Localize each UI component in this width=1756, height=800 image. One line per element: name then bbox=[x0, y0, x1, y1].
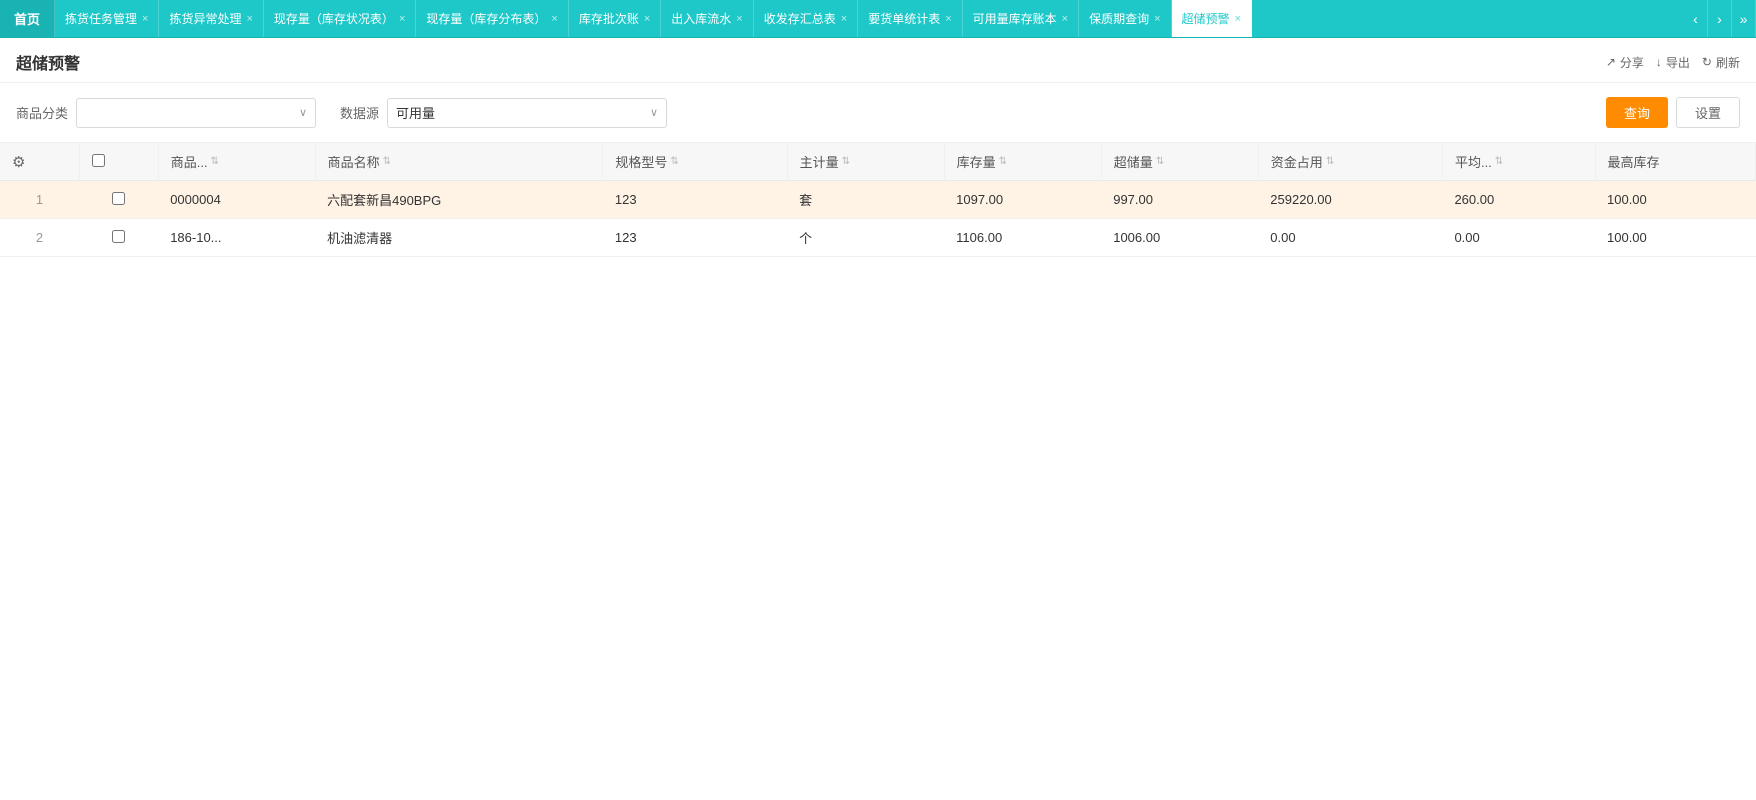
nav-tab-要货单统计表[interactable]: 要货单统计表× bbox=[858, 0, 962, 37]
sort-icon-spec: ⇅ bbox=[670, 156, 678, 167]
col-capital[interactable]: 资金占用 ⇅ bbox=[1258, 143, 1442, 181]
nav-tab-出入库流水[interactable]: 出入库流水× bbox=[661, 0, 753, 37]
unit-cell: 套 bbox=[787, 181, 944, 219]
table-header-row: ⚙ 商品... ⇅ 商品名称 ⇅ bbox=[0, 143, 1756, 181]
close-tab-icon[interactable]: × bbox=[644, 13, 650, 25]
filters-bar: 商品分类 ∨ 数据源 可用量 ∨ 查询 设置 bbox=[0, 83, 1756, 143]
column-settings-gear-icon[interactable]: ⚙ bbox=[12, 154, 25, 171]
product-name-cell: 六配套新昌490BPG bbox=[315, 181, 603, 219]
nav-tab-现存量-库存分布表-[interactable]: 现存量（库存分布表）× bbox=[416, 0, 568, 37]
spec-cell: 123 bbox=[603, 219, 787, 257]
share-icon: ↗ bbox=[1606, 55, 1616, 69]
close-tab-icon[interactable]: × bbox=[841, 13, 847, 25]
product-category-label: 商品分类 bbox=[16, 103, 68, 122]
capital-cell: 0.00 bbox=[1258, 219, 1442, 257]
select-all-checkbox[interactable] bbox=[92, 154, 105, 167]
row-number: 2 bbox=[0, 219, 79, 257]
over-stock-cell: 1006.00 bbox=[1101, 219, 1258, 257]
nav-tab-收发存汇总表[interactable]: 收发存汇总表× bbox=[754, 0, 858, 37]
header-actions: ↗ 分享 ↓ 导出 ↻ 刷新 bbox=[1606, 54, 1740, 71]
nav-tab-拣货任务管理[interactable]: 拣货任务管理× bbox=[55, 0, 159, 37]
col-max-stock[interactable]: 最高库存 bbox=[1595, 143, 1756, 181]
sort-icon-product-code: ⇅ bbox=[211, 156, 219, 167]
close-tab-icon[interactable]: × bbox=[1235, 13, 1241, 25]
nav-tab-拣货异常处理[interactable]: 拣货异常处理× bbox=[159, 0, 263, 37]
close-tab-icon[interactable]: × bbox=[399, 13, 405, 25]
avg-price-cell: 260.00 bbox=[1442, 181, 1595, 219]
nav-tab-可用量库存账本[interactable]: 可用量库存账本× bbox=[963, 0, 1079, 37]
close-tab-icon[interactable]: × bbox=[1062, 13, 1068, 25]
query-button[interactable]: 查询 bbox=[1606, 97, 1668, 128]
row-checkbox[interactable] bbox=[112, 192, 125, 205]
col-avg-price[interactable]: 平均... ⇅ bbox=[1442, 143, 1595, 181]
top-navigation: 首页 拣货任务管理×拣货异常处理×现存量（库存状况表）×现存量（库存分布表）×库… bbox=[0, 0, 1756, 38]
close-tab-icon[interactable]: × bbox=[246, 13, 252, 25]
nav-prev-arrow[interactable]: ‹ bbox=[1684, 0, 1708, 37]
product-name-cell: 机油滤清器 bbox=[315, 219, 603, 257]
product-code-cell: 0000004 bbox=[158, 181, 315, 219]
col-settings: ⚙ bbox=[0, 143, 79, 181]
nav-last-arrow[interactable]: » bbox=[1732, 0, 1756, 37]
export-icon: ↓ bbox=[1656, 55, 1662, 69]
settings-button[interactable]: 设置 bbox=[1676, 97, 1740, 128]
unit-cell: 个 bbox=[787, 219, 944, 257]
data-table: ⚙ 商品... ⇅ 商品名称 ⇅ bbox=[0, 143, 1756, 257]
page-container: 超储预警 ↗ 分享 ↓ 导出 ↻ 刷新 商品分类 ∨ 数据源 bbox=[0, 38, 1756, 800]
datasource-filter: 数据源 可用量 ∨ bbox=[340, 98, 667, 128]
refresh-icon: ↻ bbox=[1702, 55, 1712, 69]
col-product-name[interactable]: 商品名称 ⇅ bbox=[315, 143, 603, 181]
datasource-chevron-icon: ∨ bbox=[650, 106, 658, 119]
product-code-cell: 186-10... bbox=[158, 219, 315, 257]
table-container: ⚙ 商品... ⇅ 商品名称 ⇅ bbox=[0, 143, 1756, 257]
chevron-down-icon: ∨ bbox=[299, 106, 307, 119]
nav-tab-保质期查询[interactable]: 保质期查询× bbox=[1079, 0, 1171, 37]
table-row: 1 0000004 六配套新昌490BPG 123 套 1097.00 997.… bbox=[0, 181, 1756, 219]
sort-icon-capital: ⇅ bbox=[1326, 156, 1334, 167]
sort-icon-unit: ⇅ bbox=[842, 156, 850, 167]
spec-cell: 123 bbox=[603, 181, 787, 219]
refresh-button[interactable]: ↻ 刷新 bbox=[1702, 54, 1740, 71]
close-tab-icon[interactable]: × bbox=[142, 13, 148, 25]
close-tab-icon[interactable]: × bbox=[736, 13, 742, 25]
page-header: 超储预警 ↗ 分享 ↓ 导出 ↻ 刷新 bbox=[0, 38, 1756, 83]
row-checkbox-cell bbox=[79, 181, 158, 219]
nav-tab-现存量-库存状况表-[interactable]: 现存量（库存状况表）× bbox=[264, 0, 416, 37]
max-stock-cell: 100.00 bbox=[1595, 181, 1756, 219]
col-unit[interactable]: 主计量 ⇅ bbox=[787, 143, 944, 181]
close-tab-icon[interactable]: × bbox=[945, 13, 951, 25]
col-over-stock[interactable]: 超储量 ⇅ bbox=[1101, 143, 1258, 181]
avg-price-cell: 0.00 bbox=[1442, 219, 1595, 257]
row-number: 1 bbox=[0, 181, 79, 219]
nav-tab-库存批次账[interactable]: 库存批次账× bbox=[569, 0, 661, 37]
close-tab-icon[interactable]: × bbox=[551, 13, 557, 25]
filter-actions: 查询 设置 bbox=[1606, 97, 1740, 128]
page-title: 超储预警 bbox=[16, 50, 80, 74]
sort-icon-avg-price: ⇅ bbox=[1495, 156, 1503, 167]
max-stock-cell: 100.00 bbox=[1595, 219, 1756, 257]
nav-tab-超储预警[interactable]: 超储预警× bbox=[1172, 0, 1252, 37]
row-checkbox[interactable] bbox=[112, 230, 125, 243]
product-category-select[interactable]: ∨ bbox=[76, 98, 316, 128]
nav-home[interactable]: 首页 bbox=[0, 0, 55, 37]
product-category-filter: 商品分类 ∨ bbox=[16, 98, 316, 128]
table-row: 2 186-10... 机油滤清器 123 个 1106.00 1006.00 … bbox=[0, 219, 1756, 257]
share-button[interactable]: ↗ 分享 bbox=[1606, 54, 1644, 71]
capital-cell: 259220.00 bbox=[1258, 181, 1442, 219]
col-checkbox bbox=[79, 143, 158, 181]
sort-icon-product-name: ⇅ bbox=[383, 156, 391, 167]
stock-cell: 1097.00 bbox=[944, 181, 1101, 219]
export-button[interactable]: ↓ 导出 bbox=[1656, 54, 1690, 71]
stock-cell: 1106.00 bbox=[944, 219, 1101, 257]
datasource-label: 数据源 bbox=[340, 103, 379, 122]
close-tab-icon[interactable]: × bbox=[1154, 13, 1160, 25]
sort-icon-over-stock: ⇅ bbox=[1156, 156, 1164, 167]
col-stock[interactable]: 库存量 ⇅ bbox=[944, 143, 1101, 181]
sort-icon-stock: ⇅ bbox=[999, 156, 1007, 167]
nav-next-arrow[interactable]: › bbox=[1708, 0, 1732, 37]
datasource-select[interactable]: 可用量 ∨ bbox=[387, 98, 667, 128]
col-spec[interactable]: 规格型号 ⇅ bbox=[603, 143, 787, 181]
row-checkbox-cell bbox=[79, 219, 158, 257]
col-product-code[interactable]: 商品... ⇅ bbox=[158, 143, 315, 181]
over-stock-cell: 997.00 bbox=[1101, 181, 1258, 219]
